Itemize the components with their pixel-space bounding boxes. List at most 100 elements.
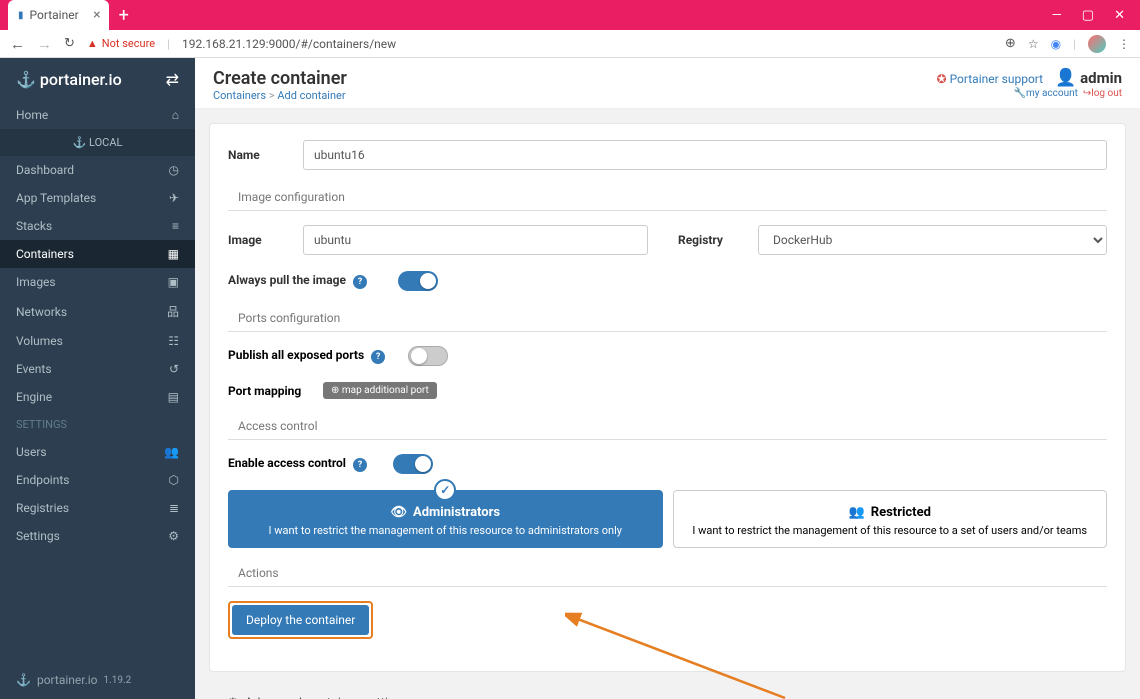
sidebar-item-label: App Templates: [16, 191, 96, 205]
page-header: Create container Containers > Add contai…: [195, 58, 1140, 109]
portainer-logo-icon: ⚓: [16, 673, 31, 687]
help-icon[interactable]: ?: [353, 275, 367, 289]
help-icon[interactable]: ?: [371, 350, 385, 364]
engine-icon: ▤: [168, 390, 179, 404]
breadcrumb-containers[interactable]: Containers: [213, 89, 266, 102]
section-access-control: Access control: [228, 415, 1107, 440]
collapse-sidebar-icon[interactable]: ⇄: [166, 70, 179, 89]
profile-avatar-icon[interactable]: [1088, 35, 1106, 53]
sidebar-item-app-templates[interactable]: App Templates ✈: [0, 184, 195, 212]
maximize-icon[interactable]: ▢: [1082, 8, 1094, 23]
sidebar-item-volumes[interactable]: Volumes ☷: [0, 327, 195, 355]
version-text: 1.19.2: [104, 675, 132, 686]
sidebar-item-images[interactable]: Images▣: [0, 268, 195, 296]
not-secure-label: Not secure: [102, 37, 155, 50]
sidebar-item-label: Home: [16, 108, 48, 122]
support-link[interactable]: Portainer support: [950, 72, 1044, 86]
access-card-desc: I want to restrict the management of thi…: [245, 524, 646, 537]
always-pull-label: Always pull the image ?: [228, 273, 368, 289]
access-card-desc: I want to restrict the management of thi…: [690, 524, 1091, 537]
advanced-settings-row[interactable]: ⚙ Advanced container settings: [209, 686, 1126, 699]
sidebar-item-label: Images: [16, 275, 56, 289]
networks-icon: 品: [167, 303, 179, 320]
sidebar-item-engine[interactable]: Engine ▤: [0, 383, 195, 411]
sidebar-item-registries[interactable]: Registries≣: [0, 494, 195, 522]
volumes-icon: ☷: [168, 334, 179, 348]
sidebar-footer: ⚓ portainer.io 1.19.2: [0, 661, 195, 699]
rocket-icon: ✈: [169, 191, 179, 205]
search-icon[interactable]: ⊕: [1005, 36, 1016, 51]
sidebar-item-endpoints[interactable]: Endpoints⬡: [0, 466, 195, 494]
sidebar-item-label: Endpoints: [16, 473, 69, 487]
minimize-icon[interactable]: —: [1052, 8, 1062, 23]
stacks-icon: ≡: [172, 219, 179, 233]
database-icon: ≣: [169, 501, 179, 515]
browser-tab[interactable]: ▮ Portainer ×: [8, 0, 109, 30]
page-title: Create container: [213, 68, 347, 89]
my-account-link[interactable]: my account: [1026, 88, 1078, 99]
forward-icon[interactable]: →: [37, 35, 52, 53]
always-pull-toggle[interactable]: [398, 271, 438, 291]
main-content: Create container Containers > Add contai…: [195, 58, 1140, 699]
new-tab-button[interactable]: +: [119, 5, 129, 26]
tab-favicon: ▮: [18, 10, 24, 21]
back-icon[interactable]: ←: [10, 35, 25, 53]
access-card-administrators[interactable]: ✓ 👁 Administrators I want to restrict th…: [228, 490, 663, 548]
reload-icon[interactable]: ↻: [64, 36, 75, 51]
sidebar-item-dashboard[interactable]: Dashboard◷: [0, 156, 195, 184]
image-input[interactable]: [303, 225, 648, 255]
enable-access-label: Enable access control ?: [228, 456, 373, 472]
sidebar-item-events[interactable]: Events ↺: [0, 355, 195, 383]
logo-text: portainer.io: [40, 70, 122, 89]
sidebar-item-settings[interactable]: Settings ⚙: [0, 522, 195, 550]
registry-select[interactable]: DockerHub: [758, 225, 1107, 255]
section-ports-config: Ports configuration: [228, 307, 1107, 332]
sidebar-item-networks[interactable]: Networks品: [0, 296, 195, 327]
user-name: admin: [1080, 69, 1122, 87]
enable-access-toggle[interactable]: [393, 454, 433, 474]
map-additional-port-button[interactable]: ⊕ map additional port: [323, 382, 437, 399]
user-circle-icon: 👤: [1055, 68, 1076, 88]
user-badge: 👤 admin: [1055, 68, 1122, 88]
breadcrumb-separator: >: [269, 89, 275, 102]
sidebar-item-label: Settings: [16, 529, 60, 543]
sidebar-item-label: Stacks: [16, 219, 52, 233]
sidebar-item-home[interactable]: Home ⌂: [0, 101, 195, 129]
sidebar-item-label: Containers: [16, 247, 74, 261]
name-input[interactable]: [303, 140, 1107, 170]
log-out-link[interactable]: log out: [1091, 88, 1122, 99]
sidebar-item-containers[interactable]: Containers▦: [0, 240, 195, 268]
local-label: LOCAL: [89, 136, 122, 149]
history-icon: ↺: [169, 362, 179, 376]
chrome-icon[interactable]: ◉: [1051, 37, 1061, 51]
home-icon: ⌂: [172, 108, 179, 122]
image-label: Image: [228, 233, 303, 247]
warning-icon: ▲: [87, 37, 98, 50]
star-icon[interactable]: ☆: [1028, 37, 1039, 51]
sidebar-item-stacks[interactable]: Stacks ≡: [0, 212, 195, 240]
registry-label: Registry: [678, 233, 758, 247]
cogs-icon: ⚙: [168, 529, 179, 543]
sidebar-item-label: Engine: [16, 390, 52, 404]
form-panel: Name Image configuration Image Registry …: [209, 123, 1126, 672]
access-card-title: Administrators: [413, 505, 500, 520]
name-label: Name: [228, 148, 303, 162]
sidebar-item-label: Volumes: [16, 334, 63, 348]
wrench-icon: 🔧: [1014, 88, 1026, 99]
not-secure-warning: ▲ Not secure: [87, 37, 155, 50]
sidebar-item-users[interactable]: Users👥: [0, 438, 195, 466]
publish-ports-label: Publish all exposed ports ?: [228, 348, 388, 364]
publish-ports-toggle[interactable]: [408, 346, 448, 366]
sidebar-item-label: Events: [16, 362, 52, 376]
deploy-container-button[interactable]: Deploy the container: [232, 605, 369, 635]
close-tab-icon[interactable]: ×: [93, 7, 100, 23]
help-icon[interactable]: ?: [353, 458, 367, 472]
eye-slash-icon: 👁: [390, 505, 407, 520]
url-text[interactable]: 192.168.21.129:9000/#/containers/new: [182, 37, 396, 51]
menu-icon[interactable]: ⋮: [1118, 37, 1130, 51]
anchor-icon: ⚓: [73, 136, 87, 149]
close-window-icon[interactable]: ✕: [1114, 8, 1125, 23]
access-card-restricted[interactable]: 👥 Restricted I want to restrict the mana…: [673, 490, 1108, 548]
window-controls: — ▢ ✕: [1052, 8, 1140, 23]
users-icon: 👥: [849, 505, 865, 520]
